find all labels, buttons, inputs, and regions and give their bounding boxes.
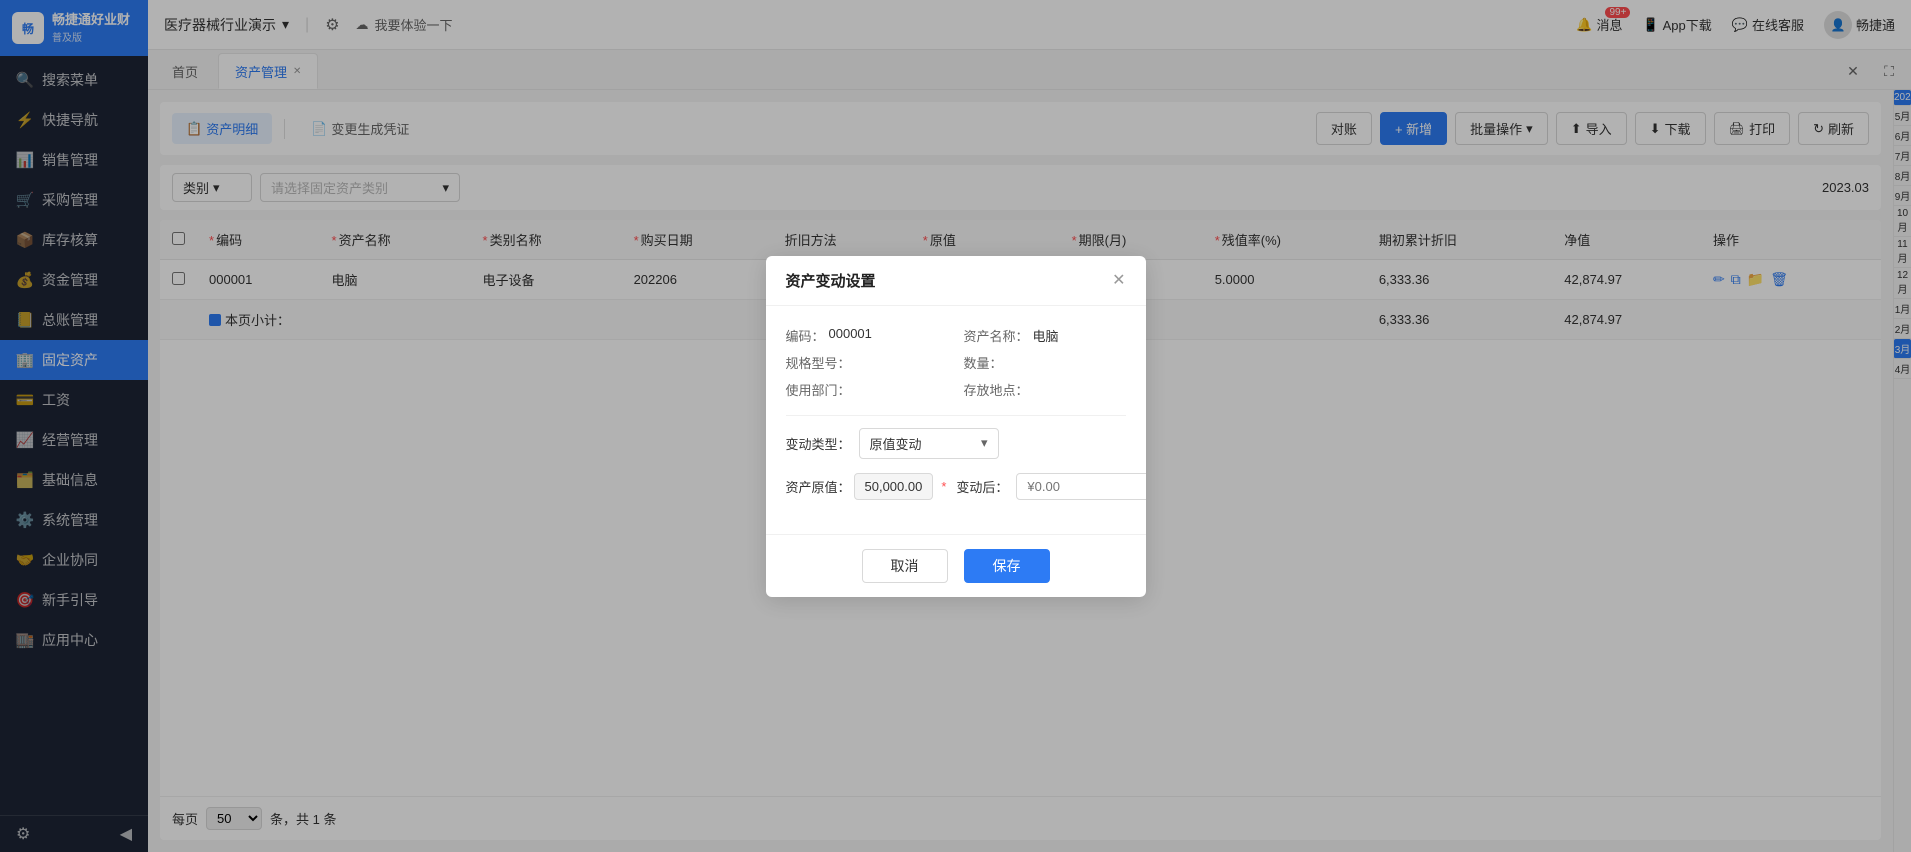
modal-close-btn[interactable]: ✕ (1112, 270, 1125, 290)
modal-spec-field: 规格型号： (786, 353, 948, 372)
modal-code-field: 编码： 000001 (786, 326, 948, 345)
modal-body: 编码： 000001 资产名称： 电脑 规格型号： 数量： 使用部门： (766, 306, 1146, 534)
modal-code-value: 000001 (829, 326, 872, 345)
modal-code-label: 编码： (786, 326, 825, 345)
modal-quantity-field: 数量： (964, 353, 1126, 372)
modal-change-type-label: 变动类型： (786, 434, 851, 453)
modal-location-field: 存放地点： (964, 380, 1126, 399)
modal-change-type-arrow-icon: ▾ (981, 435, 988, 451)
modal-save-btn[interactable]: 保存 (964, 549, 1050, 583)
modal-after-input[interactable] (1016, 473, 1145, 500)
modal-change-type-select[interactable]: 原值变动 ▾ (859, 428, 999, 459)
modal-asset-name-value: 电脑 (1033, 326, 1059, 345)
modal-change-type-value: 原值变动 (870, 434, 922, 453)
modal-asset-name-label: 资产名称： (964, 326, 1029, 345)
modal-overlay[interactable]: 资产变动设置 ✕ 编码： 000001 资产名称： 电脑 规格型号： 数量： (0, 0, 1911, 852)
required-marker: * (941, 479, 946, 494)
modal-asset-name-field: 资产名称： 电脑 (964, 326, 1126, 345)
modal-spec-label: 规格型号： (786, 353, 851, 372)
modal-quantity-label: 数量： (964, 353, 1003, 372)
modal-location-label: 存放地点： (964, 380, 1029, 399)
modal-original-value-display: 50,000.00 (854, 473, 934, 500)
modal-dept-field: 使用部门： (786, 380, 948, 399)
asset-change-modal: 资产变动设置 ✕ 编码： 000001 资产名称： 电脑 规格型号： 数量： (766, 256, 1146, 597)
modal-divider (786, 415, 1126, 416)
modal-change-type-row: 变动类型： 原值变动 ▾ (786, 428, 1126, 459)
modal-header: 资产变动设置 ✕ (766, 256, 1146, 306)
modal-original-value-row: 资产原值： 50,000.00 * 变动后： (786, 473, 1126, 500)
modal-title: 资产变动设置 (786, 270, 876, 291)
modal-original-value-label: 资产原值： (786, 477, 846, 496)
modal-dept-label: 使用部门： (786, 380, 851, 399)
modal-footer: 取消 保存 (766, 534, 1146, 597)
modal-info-grid: 编码： 000001 资产名称： 电脑 规格型号： 数量： 使用部门： (786, 326, 1126, 399)
modal-cancel-btn[interactable]: 取消 (862, 549, 948, 583)
modal-after-label: 变动后： (956, 477, 1008, 496)
